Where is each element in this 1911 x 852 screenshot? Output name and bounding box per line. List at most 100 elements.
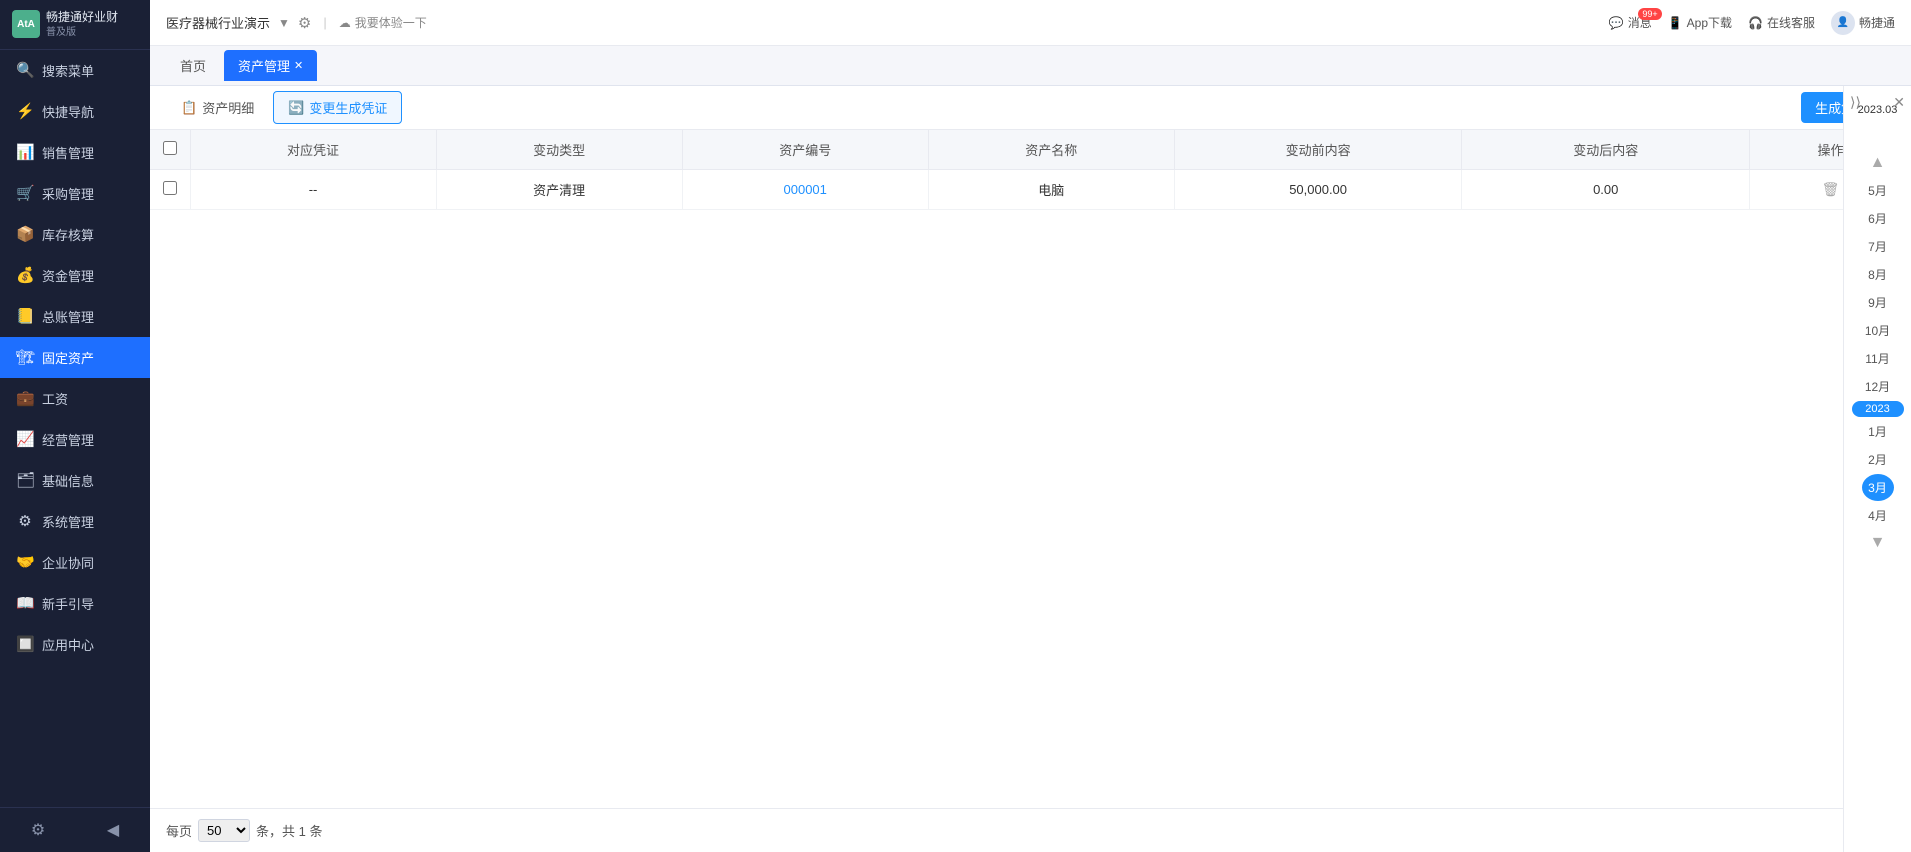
delete-row-0[interactable]: 🗑 bbox=[1822, 181, 1840, 197]
sidebar-icon-14: 🔲 bbox=[16, 635, 34, 653]
sidebar-label-8: 工资 bbox=[42, 389, 68, 408]
app-download-btn[interactable]: 📱 App下载 bbox=[1668, 14, 1732, 31]
row-voucher-0: -- bbox=[190, 170, 436, 210]
month-item-8月[interactable]: 8月 bbox=[1852, 261, 1904, 288]
sub-tab-asset-detail[interactable]: 📋 资产明细 bbox=[166, 91, 269, 124]
topbar-right: 💬 消息 99+ 📱 App下载 🎧 在线客服 👤 畅捷通 bbox=[1609, 11, 1895, 35]
experience-label: 我要体验一下 bbox=[355, 14, 427, 31]
topbar: 医疗器械行业演示 ▼ ⚙ | ☁ 我要体验一下 💬 消息 99+ 📱 App下载… bbox=[150, 0, 1911, 46]
row-asset-name-0: 电脑 bbox=[928, 170, 1174, 210]
sidebar: AtA 畅捷通好业财 普及版 🔍搜索菜单⚡快捷导航📊销售管理 🛒 采购管理 📦库存核算… bbox=[0, 0, 150, 852]
collapse-icon[interactable]: ◀ bbox=[99, 816, 127, 844]
month-item-11月[interactable]: 11月 bbox=[1852, 345, 1904, 372]
sidebar-label-9: 经营管理 bbox=[42, 430, 94, 449]
sidebar-label-10: 基础信息 bbox=[42, 471, 94, 490]
sidebar-label-13: 新手引导 bbox=[42, 594, 94, 613]
logo-icon: AtA bbox=[12, 10, 40, 38]
cloud-icon: ☁ bbox=[339, 16, 351, 30]
sidebar-icon-9: 📈 bbox=[16, 430, 34, 448]
sidebar-item-基础信息[interactable]: 🗂基础信息 bbox=[0, 460, 150, 501]
sidebar-icon-1: ⚡ bbox=[16, 102, 34, 120]
notification-icon: 💬 bbox=[1609, 16, 1624, 30]
topbar-gear-icon[interactable]: ⚙ bbox=[298, 14, 311, 32]
sidebar-item-应用中心[interactable]: 🔲 应用中心 bbox=[0, 624, 150, 665]
company-dropdown-icon[interactable]: ▼ bbox=[278, 16, 290, 30]
sidebar-icon-3: 🛒 bbox=[16, 184, 34, 202]
sidebar-item-搜索菜单[interactable]: 🔍搜索菜单 bbox=[0, 50, 150, 91]
select-all-checkbox[interactable] bbox=[163, 141, 177, 155]
table-row: -- 资产清理 000001 电脑 50,000.00 0.00 🗑 bbox=[150, 170, 1911, 210]
sidebar-icon-8: 💼 bbox=[16, 389, 34, 407]
sidebar-label-14: 应用中心 bbox=[42, 635, 94, 654]
row-asset-code-0: 000001 bbox=[682, 170, 928, 210]
sidebar-item-固定资产[interactable]: 🏗固定资产 bbox=[0, 337, 150, 378]
sidebar-item-资金管理[interactable]: 💰资金管理 bbox=[0, 255, 150, 296]
sub-tab-change-voucher[interactable]: 🔄 变更生成凭证 bbox=[273, 91, 402, 124]
year-badge-2023[interactable]: 2023 bbox=[1852, 401, 1904, 417]
sidebar-icon-2: 📊 bbox=[16, 143, 34, 161]
col-asset-code: 资产编号 bbox=[682, 130, 928, 170]
row-change-type-0: 资产清理 bbox=[436, 170, 682, 210]
row-checkbox-0[interactable] bbox=[163, 181, 177, 195]
avatar: 👤 bbox=[1831, 11, 1855, 35]
side-panel-expand-icon[interactable]: ⟩⟩ bbox=[1850, 94, 1861, 111]
sidebar-item-工资[interactable]: 💼 工资 bbox=[0, 378, 150, 419]
side-panel-close-icon[interactable]: ✕ bbox=[1893, 94, 1905, 111]
table-header-row: 对应凭证 变动类型 资产编号 资产名称 变动前内容 变动后内容 操作 bbox=[150, 130, 1911, 170]
change-voucher-icon: 🔄 bbox=[288, 100, 304, 116]
customer-service-btn[interactable]: 🎧 在线客服 bbox=[1748, 14, 1815, 31]
sidebar-item-销售管理[interactable]: 📊销售管理 bbox=[0, 132, 150, 173]
user-menu[interactable]: 👤 畅捷通 bbox=[1831, 11, 1895, 35]
nav-tab-close-1[interactable]: ✕ bbox=[294, 59, 303, 72]
sidebar-label-12: 企业协同 bbox=[42, 553, 94, 572]
table-wrapper: 对应凭证 变动类型 资产编号 资产名称 变动前内容 变动后内容 操作 -- 资产… bbox=[150, 130, 1911, 808]
page-size-select[interactable]: 50 100 bbox=[198, 819, 250, 842]
headset-icon: 🎧 bbox=[1748, 16, 1763, 30]
nav-tab-label-1: 资产管理 bbox=[238, 56, 290, 75]
col-after: 变动后内容 bbox=[1462, 130, 1750, 170]
sidebar-item-快捷导航[interactable]: ⚡快捷导航 bbox=[0, 91, 150, 132]
nav-tab-1[interactable]: 资产管理 ✕ bbox=[224, 50, 317, 81]
month-item-10月[interactable]: 10月 bbox=[1852, 317, 1904, 344]
month-item-2023-3月[interactable]: 3月 bbox=[1862, 474, 1894, 501]
month-item-2023-4月[interactable]: 4月 bbox=[1852, 502, 1904, 529]
topbar-left: 医疗器械行业演示 ▼ ⚙ | ☁ 我要体验一下 bbox=[166, 13, 427, 32]
col-before: 变动前内容 bbox=[1174, 130, 1462, 170]
sidebar-item-经营管理[interactable]: 📈 经营管理 bbox=[0, 419, 150, 460]
month-item-9月[interactable]: 9月 bbox=[1852, 289, 1904, 316]
main-area: 医疗器械行业演示 ▼ ⚙ | ☁ 我要体验一下 💬 消息 99+ 📱 App下载… bbox=[150, 0, 1911, 852]
sidebar-scroll: 🔍搜索菜单⚡快捷导航📊销售管理 🛒 采购管理 📦库存核算💰资金管理 📒 总账管理 🏗固定资产… bbox=[0, 50, 150, 807]
sidebar-item-系统管理[interactable]: ⚙系统管理 bbox=[0, 501, 150, 542]
month-item-12月[interactable]: 12月 bbox=[1852, 373, 1904, 400]
nav-tab-0[interactable]: 首页 bbox=[166, 50, 220, 81]
month-item-6月[interactable]: 6月 bbox=[1852, 205, 1904, 232]
month-item-7月[interactable]: 7月 bbox=[1852, 233, 1904, 260]
month-item-2023-1月[interactable]: 1月 bbox=[1852, 418, 1904, 445]
sidebar-item-库存核算[interactable]: 📦库存核算 bbox=[0, 214, 150, 255]
month-item-2023-2月[interactable]: 2月 bbox=[1852, 446, 1904, 473]
app-edition: 普及版 bbox=[46, 26, 118, 39]
app-download-label: App下载 bbox=[1687, 14, 1732, 31]
month-nav-down[interactable]: ▼ bbox=[1866, 530, 1890, 556]
col-change-type: 变动类型 bbox=[436, 130, 682, 170]
col-voucher: 对应凭证 bbox=[190, 130, 436, 170]
sidebar-bottom: ⚙ ◀ bbox=[0, 807, 150, 852]
sidebar-item-采购管理[interactable]: 🛒 采购管理 bbox=[0, 173, 150, 214]
experience-btn[interactable]: ☁ 我要体验一下 bbox=[339, 14, 427, 31]
notifications-btn[interactable]: 💬 消息 99+ bbox=[1609, 14, 1652, 31]
sidebar-item-新手引导[interactable]: 📖新手引导 bbox=[0, 583, 150, 624]
sidebar-label-3: 采购管理 bbox=[42, 184, 94, 203]
nav-tabs: 首页资产管理 ✕ bbox=[150, 46, 1911, 86]
month-nav-up[interactable]: ▲ bbox=[1866, 150, 1890, 176]
sidebar-label-6: 总账管理 bbox=[42, 307, 94, 326]
sidebar-icon-12: 🤝 bbox=[16, 553, 34, 571]
sidebar-item-企业协同[interactable]: 🤝 企业协同 bbox=[0, 542, 150, 583]
sidebar-icon-0: 🔍 bbox=[16, 61, 34, 79]
page-size-text: 每页 bbox=[166, 821, 192, 840]
settings-icon[interactable]: ⚙ bbox=[23, 816, 53, 844]
month-item-5月[interactable]: 5月 bbox=[1852, 177, 1904, 204]
sidebar-item-总账管理[interactable]: 📒 总账管理 bbox=[0, 296, 150, 337]
logo-text: 畅捷通好业财 普及版 bbox=[46, 10, 118, 39]
sidebar-icon-6: 📒 bbox=[16, 307, 34, 325]
row-before-0: 50,000.00 bbox=[1174, 170, 1462, 210]
